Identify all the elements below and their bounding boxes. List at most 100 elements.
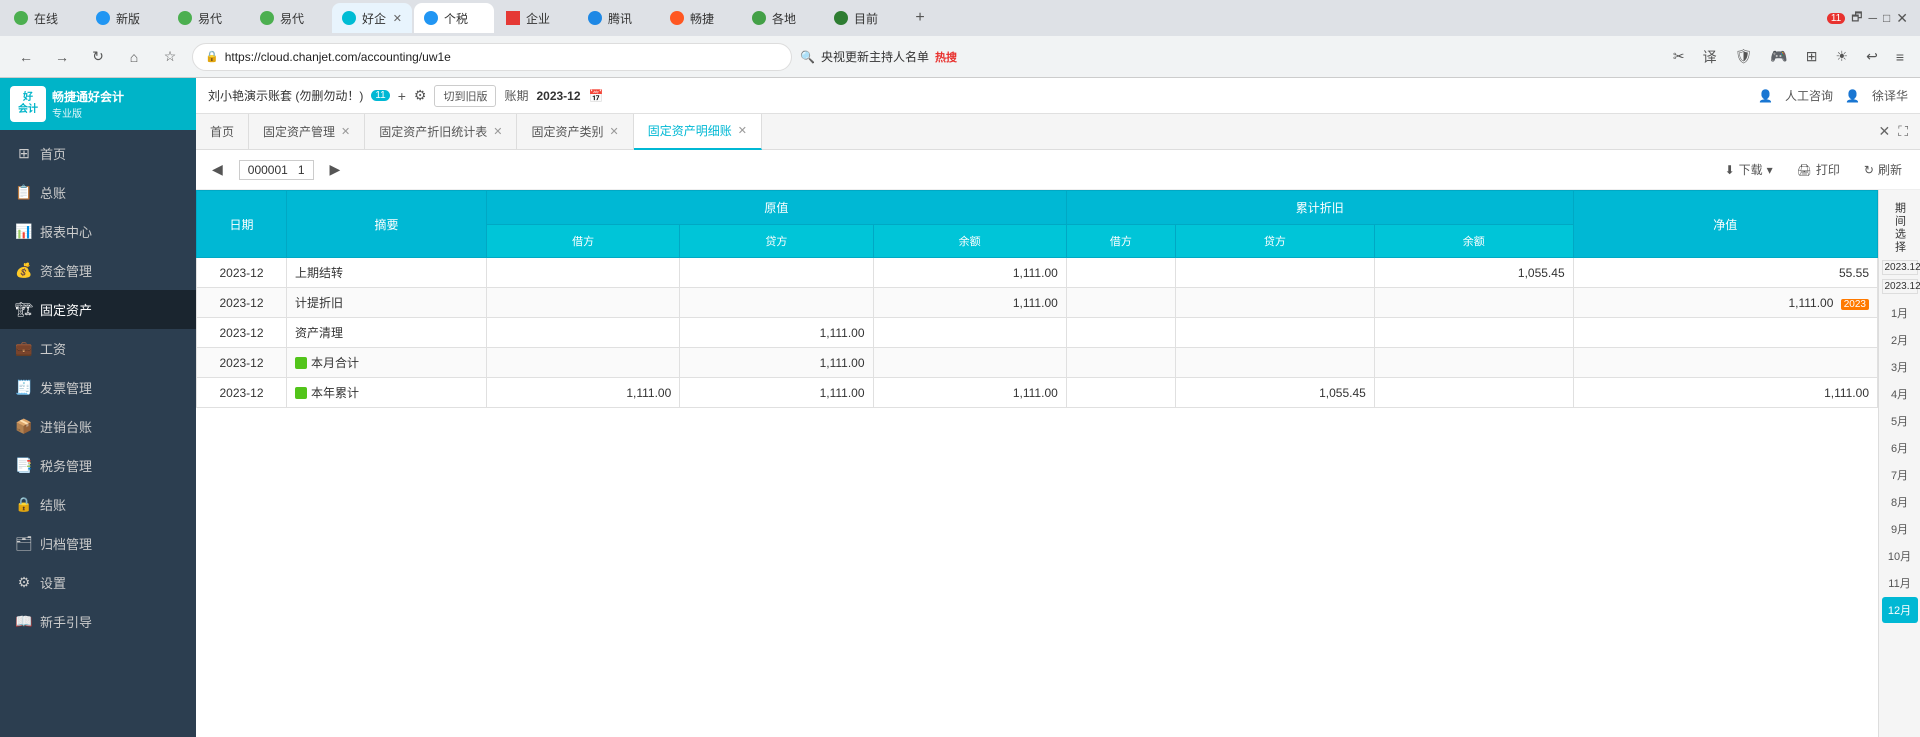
browser-tab-new[interactable]: 新版 — [86, 3, 166, 33]
back-button[interactable]: ← — [12, 43, 40, 71]
more-icon[interactable]: ≡ — [1892, 47, 1908, 67]
sidebar-item-inventory[interactable]: 📦 进销台账 — [0, 407, 196, 446]
search-area: 🔍 央视更新主持人名单 热搜 — [800, 48, 957, 65]
browser-tab-changjie[interactable]: 畅捷 — [660, 3, 740, 33]
cell-orig-debit — [487, 318, 680, 348]
refresh-button[interactable]: ↻ 刷新 — [1858, 158, 1908, 181]
new-tab-button[interactable]: + — [906, 4, 934, 32]
sidebar-item-payroll[interactable]: 💼 工资 — [0, 329, 196, 368]
period-item-4[interactable]: 4月 — [1882, 381, 1918, 407]
window-controls: ✕ ⛶ — [1878, 123, 1920, 140]
browser-tab-geshui[interactable]: 个税 — [414, 3, 494, 33]
prev-record-button[interactable]: ◀ — [208, 159, 227, 180]
browser-tab-tengxun[interactable]: 腾讯 — [578, 3, 658, 33]
tab-home-label: 首页 — [210, 123, 234, 140]
minimize-icon[interactable]: ─ — [1869, 11, 1878, 25]
tab-close-icon[interactable]: ✕ — [610, 125, 619, 138]
browser-tab-online[interactable]: 在线 — [4, 3, 84, 33]
col-sub-accum-credit: 贷方 — [1176, 225, 1375, 258]
bookmark-button[interactable]: ☆ — [156, 43, 184, 71]
browser-tab-haoqi[interactable]: 好企 ✕ — [332, 3, 412, 33]
period-item-1[interactable]: 1月 — [1882, 300, 1918, 326]
tab-close-icon[interactable]: ✕ — [738, 124, 747, 137]
tab-close-icon[interactable]: ✕ — [341, 125, 350, 138]
url-bar[interactable]: 🔒 https://cloud.chanjet.com/accounting/u… — [192, 43, 792, 71]
next-record-button[interactable]: ▶ — [326, 159, 345, 180]
brightness-icon[interactable]: ☀ — [1832, 46, 1853, 67]
browser-tab-yidai1[interactable]: 易代 — [168, 3, 248, 33]
undo-icon[interactable]: ↩ — [1862, 46, 1882, 67]
sidebar-item-tax[interactable]: 📑 税务管理 — [0, 446, 196, 485]
sidebar-item-reports[interactable]: 📊 报表中心 — [0, 212, 196, 251]
browser-tab-yidai2[interactable]: 易代 — [250, 3, 330, 33]
translate-icon[interactable]: 译 — [1699, 45, 1721, 69]
period-item-3[interactable]: 3月 — [1882, 354, 1918, 380]
scissors-icon[interactable]: ✂ — [1669, 46, 1689, 67]
sidebar-item-guide[interactable]: 📖 新手引导 — [0, 602, 196, 641]
app-logo: 好会计 — [10, 86, 46, 122]
close-panel-icon[interactable]: ✕ — [1878, 123, 1890, 140]
period-item-10[interactable]: 10月 — [1882, 543, 1918, 569]
print-button[interactable]: 🖨 打印 — [1791, 158, 1846, 181]
sidebar-item-label: 进销台账 — [40, 417, 92, 436]
download-label: 下载 — [1739, 161, 1763, 178]
calendar-icon[interactable]: 📅 — [589, 89, 604, 103]
restore-icon[interactable]: 🗗 — [1851, 8, 1862, 29]
tab-home[interactable]: 首页 — [196, 114, 249, 150]
cell-accum-credit — [1176, 288, 1375, 318]
sidebar-item-invoice[interactable]: 🧾 发票管理 — [0, 368, 196, 407]
cell-date: 2023-12 — [197, 288, 287, 318]
payroll-icon: 💼 — [16, 341, 32, 357]
sidebar-item-archive[interactable]: 🗂 归档管理 — [0, 524, 196, 563]
tab-asset-category[interactable]: 固定资产类别 ✕ — [517, 114, 633, 150]
grid-icon[interactable]: ⊞ — [1802, 46, 1822, 67]
period-item-8[interactable]: 8月 — [1882, 489, 1918, 515]
period-item-2[interactable]: 2月 — [1882, 327, 1918, 353]
period-item-11[interactable]: 11月 — [1882, 570, 1918, 596]
tab-close-icon[interactable]: ✕ — [493, 125, 502, 138]
table-wrapper: 日期 摘要 原值 累计折旧 净值 — [196, 190, 1878, 737]
home-button[interactable]: ⌂ — [120, 43, 148, 71]
tab-label: 个税 — [444, 10, 468, 27]
username[interactable]: 徐译华 — [1872, 87, 1908, 104]
sidebar-item-ledger[interactable]: 📋 总账 — [0, 173, 196, 212]
game-icon[interactable]: 🎮 — [1766, 46, 1791, 67]
tab-asset-detail[interactable]: 固定资产明细账 ✕ — [634, 114, 762, 150]
user-avatar-icon: 👤 — [1845, 89, 1860, 103]
period-item-5[interactable]: 5月 — [1882, 408, 1918, 434]
sidebar-item-funds[interactable]: 💰 资金管理 — [0, 251, 196, 290]
sidebar-item-close-account[interactable]: 🔒 结账 — [0, 485, 196, 524]
funds-icon: 💰 — [16, 263, 32, 279]
sidebar-item-settings[interactable]: ⚙ 设置 — [0, 563, 196, 602]
customer-service-label[interactable]: 人工咨询 — [1785, 87, 1833, 104]
sidebar-item-home[interactable]: ⊞ 首页 — [0, 134, 196, 173]
reports-icon: 📊 — [16, 224, 32, 240]
browser-tab-qiye[interactable]: 企业 — [496, 3, 576, 33]
cell-orig-debit — [487, 258, 680, 288]
browser-tab-gedi[interactable]: 各地 — [742, 3, 822, 33]
browser-tab-muqian[interactable]: 目前 — [824, 3, 904, 33]
tab-close-icon[interactable]: ✕ — [393, 12, 402, 25]
maximize-icon[interactable]: □ — [1883, 11, 1890, 25]
sidebar-item-label: 固定资产 — [40, 300, 92, 319]
tax-icon: 📑 — [16, 458, 32, 474]
url-text: https://cloud.chanjet.com/accounting/uw1… — [225, 50, 779, 64]
download-button[interactable]: ⬇ 下载 ▾ — [1719, 158, 1779, 181]
tab-fixed-assets-mgmt[interactable]: 固定资产管理 ✕ — [249, 114, 365, 150]
settings-small-icon[interactable]: ⚙ — [414, 87, 427, 104]
close-browser-icon[interactable]: ✕ — [1896, 10, 1908, 27]
refresh-button[interactable]: ↻ — [84, 43, 112, 71]
sidebar-item-fixed-assets[interactable]: 🏗 固定资产 — [0, 290, 196, 329]
main-content: 刘小艳演示账套 (勿删勿动！) 11 + ⚙ 切到旧版 账期 2023-12 📅… — [196, 78, 1920, 737]
invoice-icon: 🧾 — [16, 380, 32, 396]
period-item-12[interactable]: 12月 — [1882, 597, 1918, 623]
switch-version-button[interactable]: 切到旧版 — [434, 85, 496, 107]
period-item-6[interactable]: 6月 — [1882, 435, 1918, 461]
add-account-icon[interactable]: + — [398, 88, 406, 104]
adblock-icon[interactable]: 🛡 — [1731, 46, 1757, 67]
period-item-7[interactable]: 7月 — [1882, 462, 1918, 488]
expand-panel-icon[interactable]: ⛶ — [1898, 123, 1908, 140]
tab-depreciation-stats[interactable]: 固定资产折旧统计表 ✕ — [365, 114, 517, 150]
period-item-9[interactable]: 9月 — [1882, 516, 1918, 542]
forward-button[interactable]: → — [48, 43, 76, 71]
